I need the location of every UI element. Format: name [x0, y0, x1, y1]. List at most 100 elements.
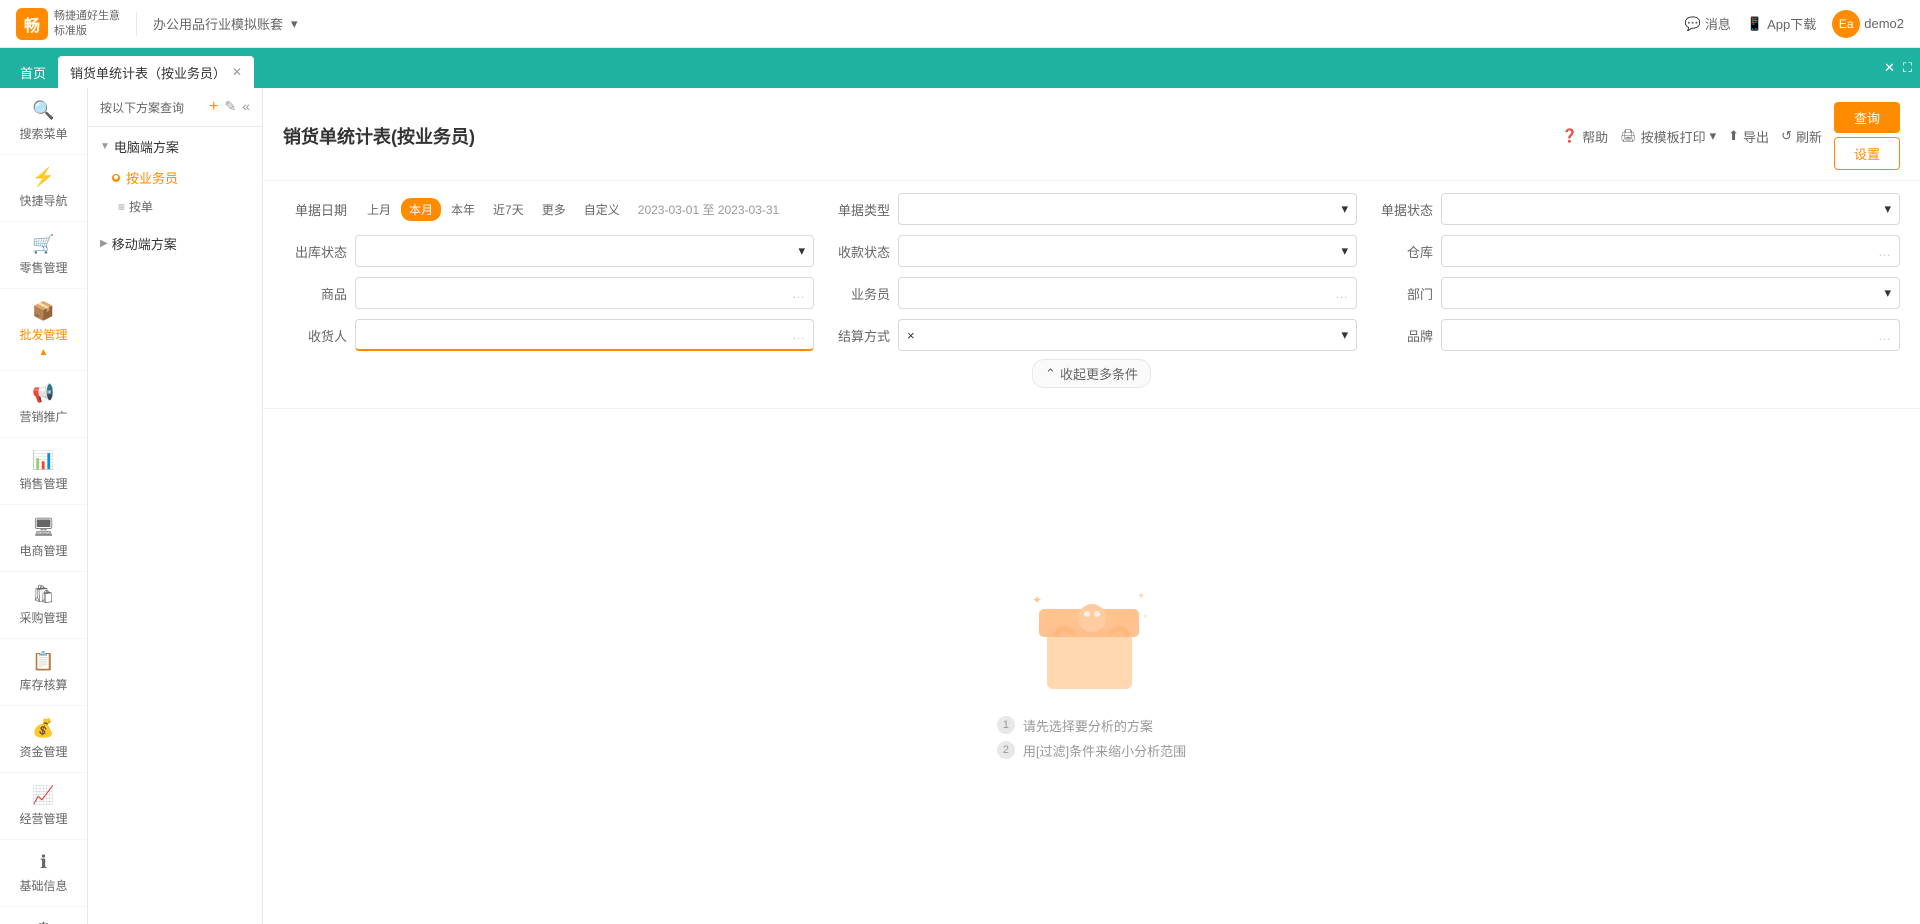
brand-field[interactable]: …: [1441, 319, 1900, 351]
scheme-group-mobile-title[interactable]: ▶ 移动端方案: [88, 228, 262, 259]
tab-sales-stat[interactable]: 销货单统计表（按业务员） ✕: [58, 56, 254, 88]
system-icon: ⚙: [35, 919, 51, 924]
help-icon: ❓: [1562, 128, 1578, 144]
salesman-field[interactable]: …: [898, 277, 1357, 309]
inventory-icon: 📋: [32, 651, 54, 672]
sidebar-item-basic[interactable]: ℹ 基础信息: [0, 840, 87, 907]
empty-tips: 1 请先选择要分析的方案 2 用[过滤]条件来缩小分析范围: [997, 716, 1186, 760]
refresh-button[interactable]: ↺ 刷新: [1781, 127, 1822, 146]
export-button[interactable]: ⬆ 导出: [1728, 127, 1769, 146]
settings-button[interactable]: 设置: [1834, 137, 1900, 170]
message-icon: 💬: [1685, 16, 1701, 32]
close-tab-icon[interactable]: ✕: [1884, 60, 1895, 76]
sidebar-item-ecommerce[interactable]: 🖥 电商管理: [0, 505, 87, 572]
filter-warehouse: 仓库 …: [1369, 235, 1900, 267]
sidebar: 🔍 搜索菜单 ⚡ 快捷导航 🛒 零售管理 📦 批发管理 ▲ 📢 营销推广 📊 销…: [0, 88, 88, 924]
maximize-icon[interactable]: ⛶: [1903, 60, 1912, 76]
brand-dots-icon: …: [1878, 328, 1891, 343]
scheme-group-desktop-title[interactable]: ▼ 电脑端方案: [88, 131, 262, 162]
date-tab-custom[interactable]: 自定义: [576, 198, 628, 221]
query-button[interactable]: 查询: [1834, 102, 1900, 133]
marketing-icon: 📢: [32, 383, 54, 404]
tab-home[interactable]: 首页: [8, 56, 58, 88]
scheme-panel-actions: + ✎ «: [209, 98, 250, 116]
collapse-button[interactable]: ⌃ 收起更多条件: [1032, 359, 1151, 388]
sidebar-item-retail[interactable]: 🛒 零售管理: [0, 222, 87, 289]
sub-scheme-by-order[interactable]: ≡ 按单: [88, 193, 262, 220]
date-tab-more[interactable]: 更多: [534, 198, 574, 221]
filter-goods: 商品 …: [283, 277, 814, 309]
tab-bar-tabs: 首页 销货单统计表（按业务员） ✕: [8, 48, 1884, 88]
top-bar-right: 💬 消息 📱 App下载 Ea demo2: [1685, 10, 1904, 38]
main-layout: 🔍 搜索菜单 ⚡ 快捷导航 🛒 零售管理 📦 批发管理 ▲ 📢 营销推广 📊 销…: [0, 88, 1920, 924]
user-area[interactable]: Ea demo2: [1832, 10, 1904, 38]
date-tab-this-year[interactable]: 本年: [443, 198, 483, 221]
date-tab-this-month[interactable]: 本月: [401, 198, 441, 221]
main-content: 销货单统计表(按业务员) ❓ 帮助 🖨 按模板打印 ▾ ⬆ 导出: [263, 88, 1920, 924]
doc-type-label: 单据类型: [826, 200, 898, 219]
doc-status-field[interactable]: ▾: [1441, 193, 1900, 225]
receipt-status-field[interactable]: ▾: [898, 235, 1357, 267]
company-selector[interactable]: 办公用品行业模拟账套 ▾: [153, 14, 298, 33]
empty-svg: ✦ ✦ ✦: [1017, 574, 1167, 704]
scheme-collapse-button[interactable]: «: [242, 98, 250, 116]
sidebar-item-shortcut[interactable]: ⚡ 快捷导航: [0, 155, 87, 222]
sidebar-item-operation[interactable]: 📈 经营管理: [0, 773, 87, 840]
salesman-label: 业务员: [826, 284, 898, 303]
sub-icon: ≡: [118, 200, 125, 214]
sidebar-item-sales[interactable]: 📊 销售管理: [0, 438, 87, 505]
sidebar-item-system[interactable]: ⚙ 系统管理: [0, 907, 87, 924]
warehouse-field[interactable]: …: [1441, 235, 1900, 267]
filter-doc-status: 单据状态 ▾: [1369, 193, 1900, 225]
department-field[interactable]: ▾: [1441, 277, 1900, 309]
scheme-item-by-salesman[interactable]: ● 按业务员: [88, 162, 262, 193]
settlement-field[interactable]: × ▾: [898, 319, 1357, 351]
date-tab-7days[interactable]: 近7天: [485, 198, 532, 221]
scheme-edit-button[interactable]: ✎: [224, 98, 236, 116]
doc-type-field[interactable]: ▾: [898, 193, 1357, 225]
doc-status-chevron-icon: ▾: [1884, 201, 1891, 217]
tab-bar: 首页 销货单统计表（按业务员） ✕ ✕ ⛶: [0, 48, 1920, 88]
sidebar-item-marketing[interactable]: 📢 营销推广: [0, 371, 87, 438]
warehouse-label: 仓库: [1369, 242, 1441, 261]
date-label: 单据日期: [283, 200, 355, 219]
filter-row-1: 单据日期 上月 本月 本年 近7天 更多 自定义 2023-03-01 至 20…: [283, 193, 1900, 225]
receiver-label: 收货人: [283, 326, 355, 345]
filter-out-status: 出库状态 ▾: [283, 235, 814, 267]
out-status-field[interactable]: ▾: [355, 235, 814, 267]
app-download-button[interactable]: 📱 App下载: [1747, 14, 1816, 33]
tab-close-icon[interactable]: ✕: [232, 65, 242, 79]
retail-icon: 🛒: [32, 234, 54, 255]
sidebar-item-wholesale[interactable]: 📦 批发管理 ▲: [0, 289, 87, 371]
sidebar-item-search[interactable]: 🔍 搜索菜单: [0, 88, 87, 155]
sidebar-item-purchase[interactable]: 🛍 采购管理: [0, 572, 87, 639]
group-arrow-icon: ▼: [100, 141, 110, 152]
template-print-button[interactable]: 🖨 按模板打印 ▾: [1620, 127, 1716, 146]
out-status-chevron-icon: ▾: [798, 243, 805, 259]
scheme-add-button[interactable]: +: [209, 98, 218, 116]
filter-date: 单据日期 上月 本月 本年 近7天 更多 自定义 2023-03-01 至 20…: [283, 198, 814, 221]
download-icon: 📱: [1747, 16, 1763, 32]
empty-tip-1: 1 请先选择要分析的方案: [997, 716, 1186, 735]
empty-tip-2: 2 用[过滤]条件来缩小分析范围: [997, 741, 1186, 760]
svg-text:✦: ✦: [1032, 593, 1042, 607]
tip-num-2: 2: [997, 741, 1015, 759]
sidebar-item-finance[interactable]: 💰 资金管理: [0, 706, 87, 773]
print-chevron-icon: ▾: [1710, 128, 1717, 144]
logo-icon: 畅: [16, 8, 48, 40]
goods-field[interactable]: …: [355, 277, 814, 309]
finance-icon: 💰: [32, 718, 54, 739]
receipt-status-chevron-icon: ▾: [1341, 243, 1348, 259]
page-title: 销货单统计表(按业务员): [283, 123, 475, 149]
tab-bar-right: ✕ ⛶: [1884, 60, 1912, 76]
doc-type-chevron-icon: ▾: [1341, 201, 1348, 217]
receiver-field[interactable]: …: [355, 319, 814, 351]
date-tab-last-month[interactable]: 上月: [359, 198, 399, 221]
date-tabs: 上月 本月 本年 近7天 更多 自定义: [359, 198, 628, 221]
message-button[interactable]: 💬 消息: [1685, 14, 1731, 33]
sidebar-item-inventory[interactable]: 📋 库存核算: [0, 639, 87, 706]
collapse-bar: ⌃ 收起更多条件: [283, 351, 1900, 396]
top-bar-left: 畅 畅捷通好生意 标准版 办公用品行业模拟账套 ▾: [16, 8, 298, 40]
filter-receipt-status: 收款状态 ▾: [826, 235, 1357, 267]
help-button[interactable]: ❓ 帮助: [1562, 127, 1608, 146]
